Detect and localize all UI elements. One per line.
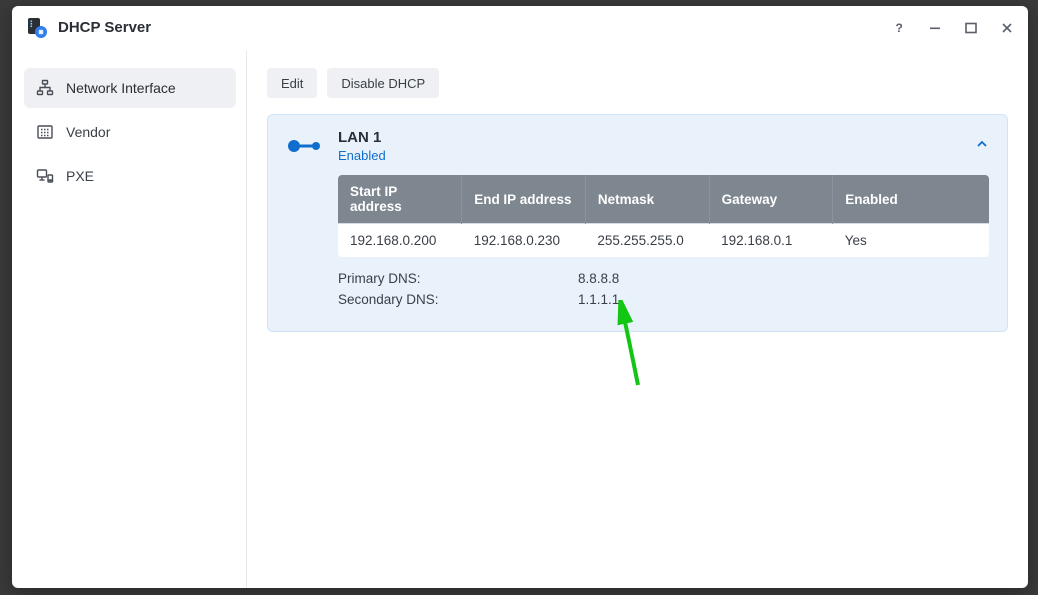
network-interface-icon	[36, 79, 54, 97]
window-title: DHCP Server	[58, 19, 890, 36]
app-icon	[26, 17, 48, 39]
interface-panel: LAN 1 Enabled Start IP address End I	[267, 114, 1008, 332]
panel-header: LAN 1 Enabled	[286, 129, 989, 163]
edit-button[interactable]: Edit	[267, 68, 317, 98]
disable-dhcp-button[interactable]: Disable DHCP	[327, 68, 439, 98]
cell-end-ip: 192.168.0.230	[462, 224, 586, 258]
window: DHCP Server ?	[12, 6, 1028, 588]
connection-icon	[286, 137, 324, 155]
cell-start-ip: 192.168.0.200	[338, 224, 462, 258]
sidebar: Network Interface Vendor	[12, 50, 247, 588]
primary-dns-value: 8.8.8.8	[578, 271, 619, 286]
panel-title: LAN 1	[338, 129, 386, 146]
table-row[interactable]: 192.168.0.200 192.168.0.230 255.255.255.…	[338, 224, 989, 258]
cell-netmask: 255.255.255.0	[585, 224, 709, 258]
minimize-button[interactable]	[926, 19, 944, 37]
main-content: Edit Disable DHCP LAN 1 Enabled	[247, 50, 1028, 588]
col-netmask: Netmask	[585, 175, 709, 224]
sidebar-item-pxe[interactable]: PXE	[24, 156, 236, 196]
toolbar: Edit Disable DHCP	[267, 68, 1008, 98]
panel-status: Enabled	[338, 148, 386, 163]
secondary-dns-label: Secondary DNS:	[338, 292, 568, 307]
window-controls: ?	[890, 19, 1016, 37]
collapse-chevron-icon[interactable]	[975, 137, 989, 156]
secondary-dns-value: 1.1.1.1	[578, 292, 619, 307]
sidebar-item-vendor[interactable]: Vendor	[24, 112, 236, 152]
help-button[interactable]: ?	[890, 19, 908, 37]
maximize-button[interactable]	[962, 19, 980, 37]
pxe-icon	[36, 167, 54, 185]
vendor-icon	[36, 123, 54, 141]
cell-enabled: Yes	[833, 224, 989, 258]
sidebar-item-label: Vendor	[66, 124, 110, 140]
svg-text:?: ?	[896, 21, 903, 35]
sidebar-item-label: PXE	[66, 168, 94, 184]
cell-gateway: 192.168.0.1	[709, 224, 833, 258]
content-body: Network Interface Vendor	[12, 50, 1028, 588]
col-end-ip: End IP address	[462, 175, 586, 224]
sidebar-item-network-interface[interactable]: Network Interface	[24, 68, 236, 108]
primary-dns-label: Primary DNS:	[338, 271, 568, 286]
col-start-ip: Start IP address	[338, 175, 462, 224]
titlebar: DHCP Server ?	[12, 6, 1028, 50]
col-gateway: Gateway	[709, 175, 833, 224]
close-button[interactable]	[998, 19, 1016, 37]
ip-range-table: Start IP address End IP address Netmask …	[338, 175, 989, 257]
dns-block: Primary DNS: 8.8.8.8 Secondary DNS: 1.1.…	[338, 271, 989, 307]
sidebar-item-label: Network Interface	[66, 80, 176, 96]
col-enabled: Enabled	[833, 175, 989, 224]
